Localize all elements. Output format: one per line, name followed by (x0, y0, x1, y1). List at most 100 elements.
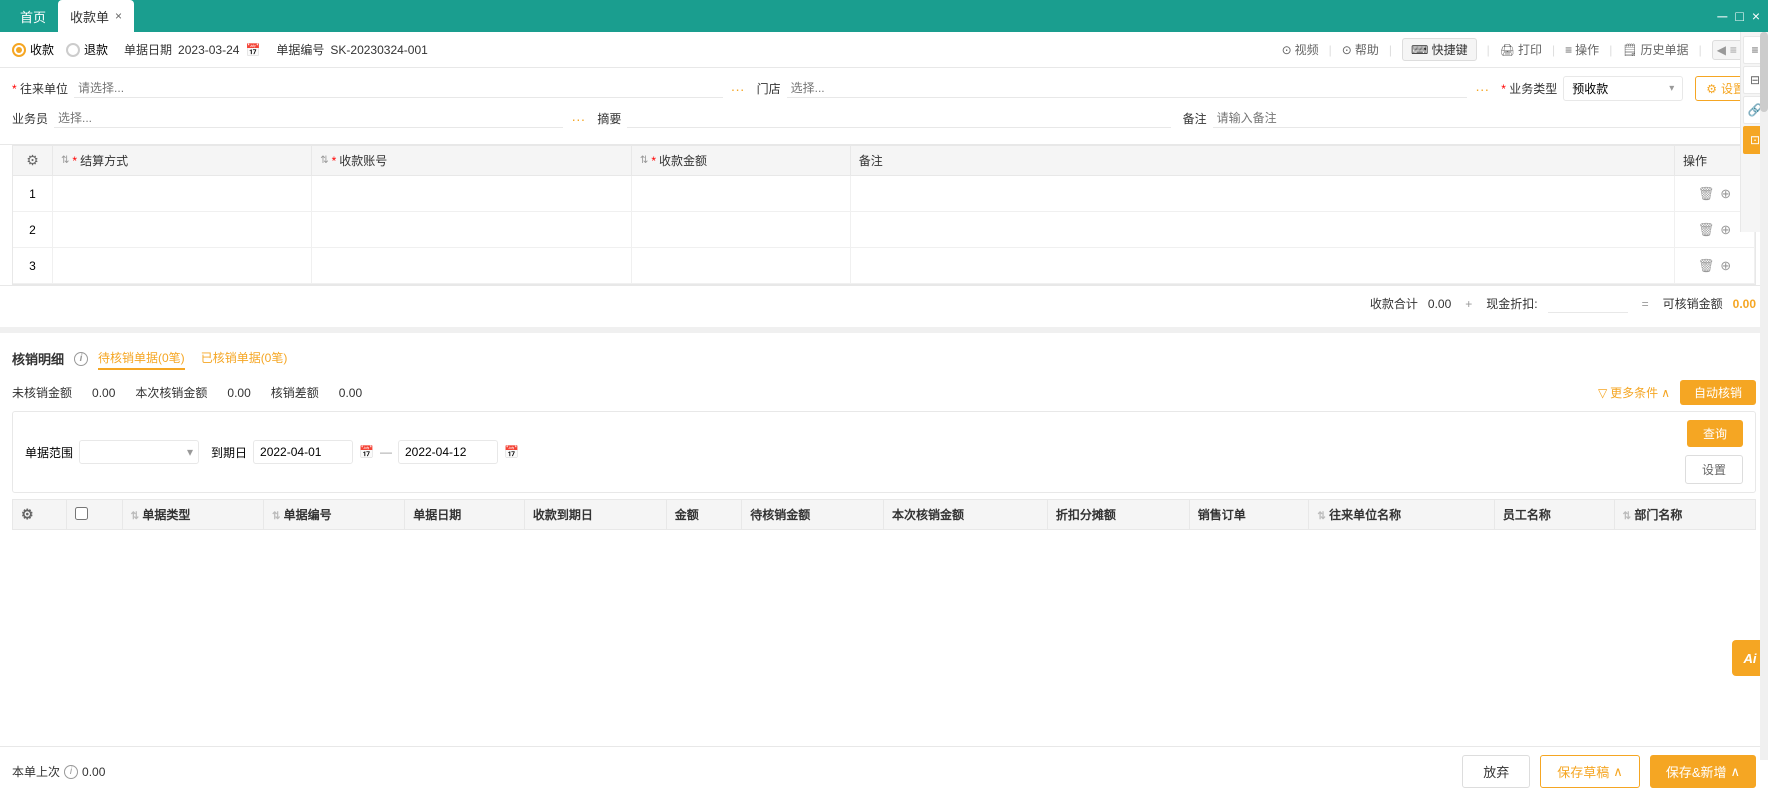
save-new-button[interactable]: 保存&新增 ∧ (1650, 755, 1756, 788)
tab-pending[interactable]: 待核销单据(0笔) (98, 347, 185, 370)
sort-icon-account[interactable]: ⇅ (320, 155, 328, 166)
counterpart-field: * 往来单位 ··· (12, 79, 745, 98)
date-from-input[interactable] (253, 440, 353, 464)
prev-icon[interactable]: ◀ (1717, 43, 1726, 57)
equals-sign: = (1642, 297, 1649, 311)
radio-receipt[interactable]: 收款 (12, 41, 54, 58)
tab-close-icon[interactable]: × (115, 9, 122, 23)
close-btn[interactable]: × (1752, 8, 1760, 24)
verify-tabs: 待核销单据(0笔) 已核销单据(0笔) (98, 347, 303, 370)
summary-input[interactable] (627, 109, 1170, 128)
delete-icon-2[interactable]: 🗑 (1698, 222, 1715, 238)
shop-more-icon[interactable]: ··· (1475, 81, 1489, 97)
td-settlement-1[interactable] (53, 176, 312, 211)
table-gear-icon[interactable]: ⚙ (26, 152, 39, 169)
history-icon: 🗒 (1622, 43, 1637, 57)
notes-input[interactable] (1213, 109, 1756, 128)
print-link[interactable]: 🖨 打印 (1500, 41, 1542, 58)
save-draft-button[interactable]: 保存草稿 ∧ (1540, 755, 1640, 788)
discount-input[interactable] (1548, 294, 1628, 313)
shortcut-btn[interactable]: ⌨ 快捷键 (1402, 38, 1477, 61)
video-link[interactable]: ⊙ 视频 (1282, 41, 1319, 58)
bottom-actions: 放弃 保存草稿 ∧ 保存&新增 ∧ (1462, 755, 1756, 788)
net-label: 可核销金额 (1663, 295, 1723, 312)
copy-icon-2[interactable]: ⊕ (1720, 222, 1731, 238)
range-select[interactable] (79, 440, 199, 464)
set-button[interactable]: 设置 (1685, 455, 1743, 484)
td-idx-2: 2 (13, 212, 53, 247)
tab-done[interactable]: 已核销单据(0笔) (201, 347, 288, 370)
abandon-button[interactable]: 放弃 (1462, 755, 1530, 788)
td-settlement-2[interactable] (53, 212, 312, 247)
date-label: 单据日期 (124, 41, 172, 58)
minimize-btn[interactable]: ─ (1717, 8, 1727, 24)
copy-icon-3[interactable]: ⊕ (1720, 258, 1731, 274)
shop-input[interactable] (787, 79, 1468, 98)
th-doc-date: 单据日期 (405, 500, 525, 530)
delete-icon-1[interactable]: 🗑 (1698, 186, 1715, 202)
th-note: 备注 (851, 146, 1675, 175)
date-range-field: 到期日 📅 — 📅 (211, 440, 519, 464)
counterpart-more-icon[interactable]: ··· (731, 81, 745, 97)
business-type-field: * 业务类型 预收款 ▾ (1501, 76, 1683, 101)
history-link[interactable]: 🗒 历史单据 (1622, 41, 1688, 58)
date-to-input[interactable] (398, 440, 498, 464)
calendar-to-icon[interactable]: 📅 (504, 445, 519, 459)
tab-home[interactable]: 首页 (8, 0, 58, 32)
maximize-btn[interactable]: □ (1735, 8, 1743, 24)
table2-gear-icon[interactable]: ⚙ (21, 506, 34, 522)
bottom-bar: 本单上次 i 0.00 放弃 保存草稿 ∧ 保存&新增 ∧ (0, 746, 1768, 796)
td-amount-3[interactable] (632, 248, 851, 283)
scrollbar-thumb[interactable] (1760, 32, 1768, 112)
th-settlement: ⇅ * 结算方式 (53, 146, 312, 175)
staff-more-icon[interactable]: ··· (571, 111, 585, 127)
td-note-1[interactable] (851, 176, 1675, 211)
more-conditions-btn[interactable]: ▽ 更多条件 ∧ (1598, 384, 1670, 401)
td-note-3[interactable] (851, 248, 1675, 283)
business-type-select[interactable]: 预收款 ▾ (1563, 76, 1683, 101)
delete-icon-3[interactable]: 🗑 (1698, 258, 1715, 274)
td-account-2[interactable] (312, 212, 632, 247)
td-amount-2[interactable] (632, 212, 851, 247)
verify-info-icon[interactable]: i (74, 352, 88, 366)
copy-icon-1[interactable]: ⊕ (1720, 186, 1731, 202)
help-link[interactable]: ⊙ 帮助 (1342, 41, 1379, 58)
tab-receipt[interactable]: 收款单 × (58, 0, 134, 32)
unchecked-value: 0.00 (92, 386, 115, 400)
business-type-label: * 业务类型 (1501, 80, 1557, 97)
session-info-icon[interactable]: i (64, 765, 78, 779)
auto-verify-button[interactable]: 自动核销 (1680, 380, 1756, 405)
td-note-2[interactable] (851, 212, 1675, 247)
select-all-checkbox[interactable] (75, 507, 88, 520)
tab-home-label: 首页 (20, 7, 46, 26)
verify-title: 核销明细 (12, 349, 64, 368)
query-button[interactable]: 查询 (1687, 420, 1743, 447)
th-due-date: 收款到期日 (524, 500, 666, 530)
td-account-3[interactable] (312, 248, 632, 283)
staff-input[interactable] (54, 109, 563, 128)
counterpart-input[interactable] (74, 79, 723, 98)
search-buttons: 查询 设置 (1685, 420, 1743, 484)
th-current-amount: 本次核销金额 (884, 500, 1048, 530)
keyboard-icon: ⌨ (1411, 43, 1428, 57)
calendar-from-icon[interactable]: 📅 (359, 445, 374, 459)
td-account-1[interactable] (312, 176, 632, 211)
current-check-label: 本次核销金额 (135, 384, 207, 401)
gear-icon: ⚙ (1706, 82, 1717, 96)
unchecked-label: 未核销金额 (12, 384, 72, 401)
list-icon[interactable]: ≡ (1730, 43, 1737, 57)
calendar-icon[interactable]: 📅 (245, 43, 260, 57)
td-settlement-3[interactable] (53, 248, 312, 283)
sort-icon-amount[interactable]: ⇅ (640, 155, 648, 166)
radio-refund[interactable]: 退款 (66, 41, 108, 58)
new-arrow-icon: ∧ (1730, 764, 1740, 780)
verify-data-table: ⚙ ⇅ 单据类型 ⇅ 单据编号 单据日期 收款到期日 金额 (12, 499, 1756, 530)
td-idx-1: 1 (13, 176, 53, 211)
receipt-table: ⚙ ⇅ * 结算方式 ⇅ * 收款账号 ⇅ * 收款金额 (12, 145, 1756, 285)
operation-link[interactable]: ≡ 操作 (1565, 41, 1599, 58)
scrollbar[interactable] (1760, 32, 1768, 760)
td-idx-3: 3 (13, 248, 53, 283)
radio-refund-circle (66, 43, 80, 57)
td-amount-1[interactable] (632, 176, 851, 211)
sort-icon-settlement[interactable]: ⇅ (61, 155, 69, 166)
